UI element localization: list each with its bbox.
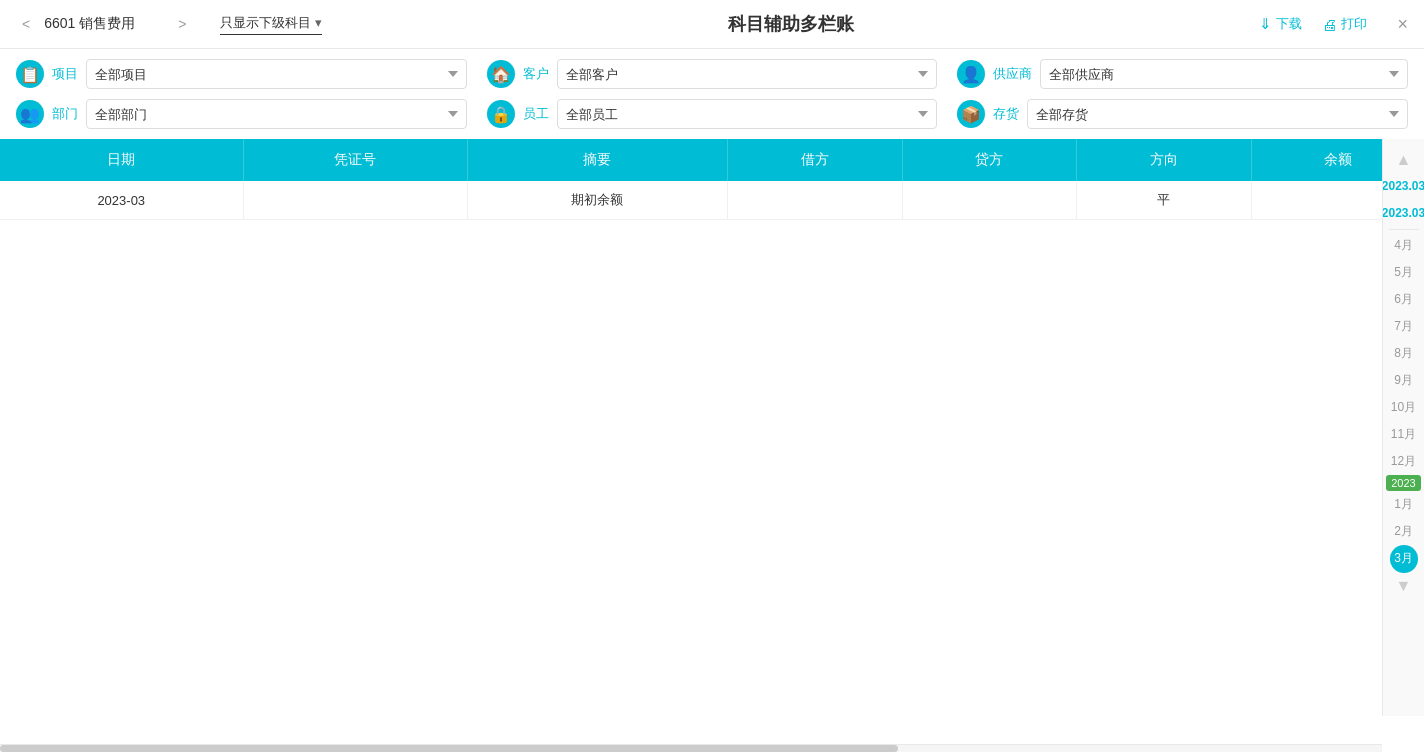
inventory-label: 存货 <box>993 105 1019 123</box>
inventory-select[interactable]: 全部存货 <box>1027 99 1408 129</box>
cell-direction: 平 <box>1077 181 1252 220</box>
sidebar-period-2[interactable]: 2023.03 <box>1382 200 1424 227</box>
print-icon: 🖨 <box>1322 16 1337 33</box>
sidebar-month-8[interactable]: 8月 <box>1392 340 1415 367</box>
project-icon: 📋 <box>16 60 44 88</box>
cell-voucher <box>243 181 467 220</box>
sidebar-month-12[interactable]: 12月 <box>1389 448 1418 475</box>
customer-label: 客户 <box>523 65 549 83</box>
supplier-select[interactable]: 全部供应商 <box>1040 59 1408 89</box>
sidebar-month-2[interactable]: 2月 <box>1392 518 1415 545</box>
employee-select[interactable]: 全部员工 <box>557 99 938 129</box>
col-debit: 借方 <box>728 139 903 181</box>
inventory-icon: 📦 <box>957 100 985 128</box>
download-icon: ⇓ <box>1259 15 1272 33</box>
col-direction: 方向 <box>1077 139 1252 181</box>
cell-date: 2023-03 <box>0 181 243 220</box>
sidebar-month-4[interactable]: 4月 <box>1392 232 1415 259</box>
show-sub-toggle[interactable]: 只显示下级科目 ▾ <box>220 14 322 35</box>
cell-summary: 期初余额 <box>467 181 727 220</box>
show-sub-arrow-icon: ▾ <box>315 15 322 30</box>
customer-select[interactable]: 全部客户 <box>557 59 938 89</box>
project-select[interactable]: 全部项目 <box>86 59 467 89</box>
filter-area: 📋 项目 全部项目 🏠 客户 全部客户 👤 供应商 全部供应商 <box>0 49 1424 139</box>
horizontal-scrollbar[interactable] <box>0 744 1382 752</box>
sidebar-period-1[interactable]: 2023.03 <box>1382 173 1424 200</box>
download-btn[interactable]: ⇓ 下载 <box>1259 15 1302 33</box>
page-title: 科目辅助多栏账 <box>322 12 1259 36</box>
col-credit: 贷方 <box>902 139 1077 181</box>
customer-icon: 🏠 <box>487 60 515 88</box>
cell-debit <box>728 181 903 220</box>
sidebar-month-7[interactable]: 7月 <box>1392 313 1415 340</box>
project-label: 项目 <box>52 65 78 83</box>
sidebar-month-6[interactable]: 6月 <box>1392 286 1415 313</box>
filter-row-2: 👥 部门 全部部门 🔒 员工 全部员工 📦 存货 全部存货 <box>16 99 1408 129</box>
cell-credit <box>902 181 1077 220</box>
main-table: 日期 凭证号 摘要 借方 贷方 方向 余额 2023-03 期初余额 <box>0 139 1424 220</box>
sidebar-month-10[interactable]: 10月 <box>1389 394 1418 421</box>
sidebar-month-5[interactable]: 5月 <box>1392 259 1415 286</box>
scrollbar-thumb <box>0 745 898 752</box>
department-icon: 👥 <box>16 100 44 128</box>
employee-label: 员工 <box>523 105 549 123</box>
nav-area: < 6601 销售费用 > 只显示下级科目 ▾ <box>16 14 322 35</box>
employee-filter-item: 🔒 员工 全部员工 <box>487 99 938 129</box>
col-date: 日期 <box>0 139 243 181</box>
close-btn[interactable]: × <box>1397 14 1408 35</box>
download-label: 下载 <box>1276 15 1302 33</box>
table-header-row: 日期 凭证号 摘要 借方 贷方 方向 余额 <box>0 139 1424 181</box>
right-sidebar: ▲ 2023.03 2023.03 4月 5月 6月 7月 8月 9月 10月 … <box>1382 139 1424 716</box>
main-container: < 6601 销售费用 > 只显示下级科目 ▾ 科目辅助多栏账 ⇓ 下载 🖨 打… <box>0 0 1424 752</box>
print-btn[interactable]: 🖨 打印 <box>1322 15 1367 33</box>
prev-account-btn[interactable]: < <box>16 14 36 34</box>
table-row: 2023-03 期初余额 平 <box>0 181 1424 220</box>
account-display: 6601 销售费用 <box>44 15 164 33</box>
filter-row-1: 📋 项目 全部项目 🏠 客户 全部客户 👤 供应商 全部供应商 <box>16 59 1408 89</box>
supplier-icon: 👤 <box>957 60 985 88</box>
next-account-btn[interactable]: > <box>172 14 192 34</box>
table-container[interactable]: 日期 凭证号 摘要 借方 贷方 方向 余额 2023-03 期初余额 <box>0 139 1424 716</box>
show-sub-label: 只显示下级科目 <box>220 14 311 32</box>
department-label: 部门 <box>52 105 78 123</box>
inventory-filter-item: 📦 存货 全部存货 <box>957 99 1408 129</box>
sidebar-month-3-selected[interactable]: 3月 <box>1390 545 1418 573</box>
print-label: 打印 <box>1341 15 1367 33</box>
customer-filter-item: 🏠 客户 全部客户 <box>487 59 938 89</box>
sidebar-month-11[interactable]: 11月 <box>1389 421 1418 448</box>
employee-icon: 🔒 <box>487 100 515 128</box>
sidebar-divider-1 <box>1389 229 1419 230</box>
sidebar-month-1[interactable]: 1月 <box>1392 491 1415 518</box>
col-summary: 摘要 <box>467 139 727 181</box>
account-name: 销售费用 <box>79 15 135 31</box>
sidebar-month-9[interactable]: 9月 <box>1392 367 1415 394</box>
department-filter-item: 👥 部门 全部部门 <box>16 99 467 129</box>
department-select[interactable]: 全部部门 <box>86 99 467 129</box>
col-voucher: 凭证号 <box>243 139 467 181</box>
project-filter-item: 📋 项目 全部项目 <box>16 59 467 89</box>
sidebar-year-2023[interactable]: 2023 <box>1386 475 1420 491</box>
content-wrapper: 日期 凭证号 摘要 借方 贷方 方向 余额 2023-03 期初余额 <box>0 139 1424 716</box>
supplier-label: 供应商 <box>993 65 1032 83</box>
header: < 6601 销售费用 > 只显示下级科目 ▾ 科目辅助多栏账 ⇓ 下载 🖨 打… <box>0 0 1424 49</box>
sidebar-down-btn[interactable]: ▼ <box>1392 573 1416 599</box>
header-actions: ⇓ 下载 🖨 打印 × <box>1259 14 1408 35</box>
supplier-filter-item: 👤 供应商 全部供应商 <box>957 59 1408 89</box>
sidebar-up-btn[interactable]: ▲ <box>1392 147 1416 173</box>
account-code: 6601 <box>44 15 75 31</box>
